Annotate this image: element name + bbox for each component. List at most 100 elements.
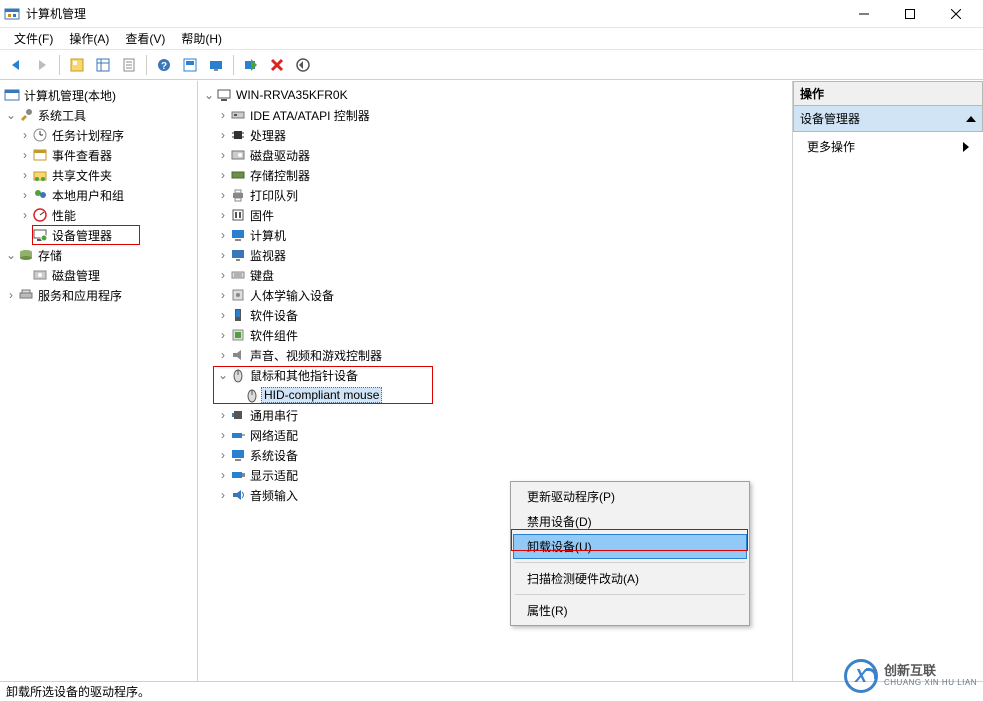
- show-hide-tree-button[interactable]: [65, 53, 89, 77]
- expand-icon[interactable]: ›: [18, 185, 32, 205]
- expand-icon[interactable]: ›: [18, 145, 32, 165]
- menubar: 文件(F) 操作(A) 查看(V) 帮助(H): [0, 28, 983, 50]
- menu-help[interactable]: 帮助(H): [173, 28, 230, 49]
- device-soft-comp[interactable]: ›软件组件: [198, 325, 792, 345]
- device-computer[interactable]: ›计算机: [198, 225, 792, 245]
- tree-item-storage[interactable]: ⌄ 存储: [0, 245, 197, 265]
- context-menu-disable[interactable]: 禁用设备(D): [513, 509, 747, 534]
- uninstall-toolbar-button[interactable]: [265, 53, 289, 77]
- expand-icon[interactable]: ›: [216, 105, 230, 125]
- expand-icon[interactable]: ⌄: [4, 245, 18, 265]
- tree-item-local-users[interactable]: › 本地用户和组: [0, 185, 197, 205]
- expand-icon[interactable]: ›: [216, 245, 230, 265]
- device-mouse-hid[interactable]: HID-compliant mouse: [198, 385, 792, 405]
- scan-hardware-button[interactable]: [239, 53, 263, 77]
- context-menu-uninstall[interactable]: 卸载设备(U): [513, 534, 747, 559]
- expand-icon[interactable]: ›: [216, 445, 230, 465]
- expand-icon[interactable]: ›: [216, 305, 230, 325]
- enable-toolbar-button[interactable]: [291, 53, 315, 77]
- expand-icon[interactable]: ›: [216, 125, 230, 145]
- expand-icon[interactable]: ›: [216, 405, 230, 425]
- device-monitor[interactable]: ›监视器: [198, 245, 792, 265]
- left-nav-tree: 计算机管理(本地) ⌄ 系统工具 › 任务计划程序 › 事件查看器 › 共享文件…: [0, 81, 198, 681]
- tree-item-event-viewer[interactable]: › 事件查看器: [0, 145, 197, 165]
- tree-item-performance[interactable]: › 性能: [0, 205, 197, 225]
- expand-icon[interactable]: ›: [216, 145, 230, 165]
- cpu-icon: [230, 127, 246, 143]
- properties-toolbar-button[interactable]: [91, 53, 115, 77]
- forward-button[interactable]: [30, 53, 54, 77]
- toolbar-button-6[interactable]: [178, 53, 202, 77]
- expand-icon[interactable]: ›: [216, 425, 230, 445]
- device-root[interactable]: ⌄ WIN-RRVA35KFR0K: [198, 85, 792, 105]
- window-title: 计算机管理: [26, 5, 841, 22]
- expand-icon[interactable]: ⌄: [216, 365, 230, 385]
- toolbar-button-7[interactable]: [204, 53, 228, 77]
- context-menu-properties[interactable]: 属性(R): [513, 598, 747, 623]
- tree-item-shared-folders[interactable]: › 共享文件夹: [0, 165, 197, 185]
- audio-icon: [230, 487, 246, 503]
- back-button[interactable]: [4, 53, 28, 77]
- device-disk-drives[interactable]: ›磁盘驱动器: [198, 145, 792, 165]
- menu-action[interactable]: 操作(A): [61, 28, 117, 49]
- device-firmware[interactable]: › 固件: [198, 205, 792, 225]
- device-label: IDE ATA/ATAPI 控制器: [250, 107, 370, 124]
- expand-icon[interactable]: ›: [216, 465, 230, 485]
- expand-icon[interactable]: ›: [216, 205, 230, 225]
- minimize-button[interactable]: [841, 0, 887, 28]
- device-sys-devices[interactable]: ›系统设备: [198, 445, 792, 465]
- expand-icon[interactable]: ›: [18, 205, 32, 225]
- soft-component-icon: [230, 327, 246, 343]
- actions-more-label: 更多操作: [807, 138, 855, 155]
- device-hid[interactable]: ›人体学输入设备: [198, 285, 792, 305]
- tree-item-device-manager[interactable]: 设备管理器: [0, 225, 197, 245]
- tree-item-system-tools[interactable]: ⌄ 系统工具: [0, 105, 197, 125]
- expand-icon[interactable]: ›: [18, 125, 32, 145]
- export-button[interactable]: [117, 53, 141, 77]
- tree-label: 事件查看器: [52, 147, 112, 164]
- expand-icon[interactable]: ›: [216, 265, 230, 285]
- tree-item-task-scheduler[interactable]: › 任务计划程序: [0, 125, 197, 145]
- expand-icon[interactable]: ›: [4, 285, 18, 305]
- expand-icon[interactable]: ›: [216, 285, 230, 305]
- computer-mgmt-icon: [4, 87, 20, 103]
- device-cpu[interactable]: ›处理器: [198, 125, 792, 145]
- device-sound[interactable]: ›声音、视频和游戏控制器: [198, 345, 792, 365]
- expand-icon[interactable]: ›: [216, 185, 230, 205]
- expand-icon[interactable]: ›: [216, 225, 230, 245]
- context-menu-update-driver[interactable]: 更新驱动程序(P): [513, 484, 747, 509]
- tree-item-services-apps[interactable]: › 服务和应用程序: [0, 285, 197, 305]
- expand-icon[interactable]: ⌄: [4, 105, 18, 125]
- menu-file[interactable]: 文件(F): [6, 28, 61, 49]
- disk-drive-icon: [230, 147, 246, 163]
- device-ide[interactable]: › IDE ATA/ATAPI 控制器: [198, 105, 792, 125]
- device-keyboard[interactable]: ›键盘: [198, 265, 792, 285]
- actions-more[interactable]: 更多操作: [793, 132, 983, 161]
- hid-icon: [230, 287, 246, 303]
- sound-icon: [230, 347, 246, 363]
- actions-section[interactable]: 设备管理器: [793, 106, 983, 132]
- device-label: 固件: [250, 207, 274, 224]
- help-toolbar-button[interactable]: ?: [152, 53, 176, 77]
- expand-icon[interactable]: ›: [216, 325, 230, 345]
- computer-icon: [216, 87, 232, 103]
- expand-icon[interactable]: ›: [216, 345, 230, 365]
- device-storage-ctrl[interactable]: ›存储控制器: [198, 165, 792, 185]
- device-mouse-category[interactable]: ⌄鼠标和其他指针设备: [198, 365, 792, 385]
- device-usb-serial[interactable]: ›通用串行: [198, 405, 792, 425]
- actions-pane: 操作 设备管理器 更多操作: [793, 81, 983, 681]
- close-button[interactable]: [933, 0, 979, 28]
- device-soft-dev[interactable]: ›软件设备: [198, 305, 792, 325]
- device-tree: ⌄ WIN-RRVA35KFR0K › IDE ATA/ATAPI 控制器 ›处理…: [198, 81, 793, 681]
- context-menu-scan[interactable]: 扫描检测硬件改动(A): [513, 566, 747, 591]
- maximize-button[interactable]: [887, 0, 933, 28]
- expand-icon[interactable]: ›: [216, 165, 230, 185]
- tree-item-root[interactable]: 计算机管理(本地): [0, 85, 197, 105]
- expand-icon[interactable]: ›: [18, 165, 32, 185]
- device-print-queue[interactable]: ›打印队列: [198, 185, 792, 205]
- tree-item-disk-management[interactable]: 磁盘管理: [0, 265, 197, 285]
- device-net-adapter[interactable]: ›网络适配: [198, 425, 792, 445]
- menu-view[interactable]: 查看(V): [117, 28, 173, 49]
- expand-icon[interactable]: ⌄: [202, 85, 216, 105]
- expand-icon[interactable]: ›: [216, 485, 230, 505]
